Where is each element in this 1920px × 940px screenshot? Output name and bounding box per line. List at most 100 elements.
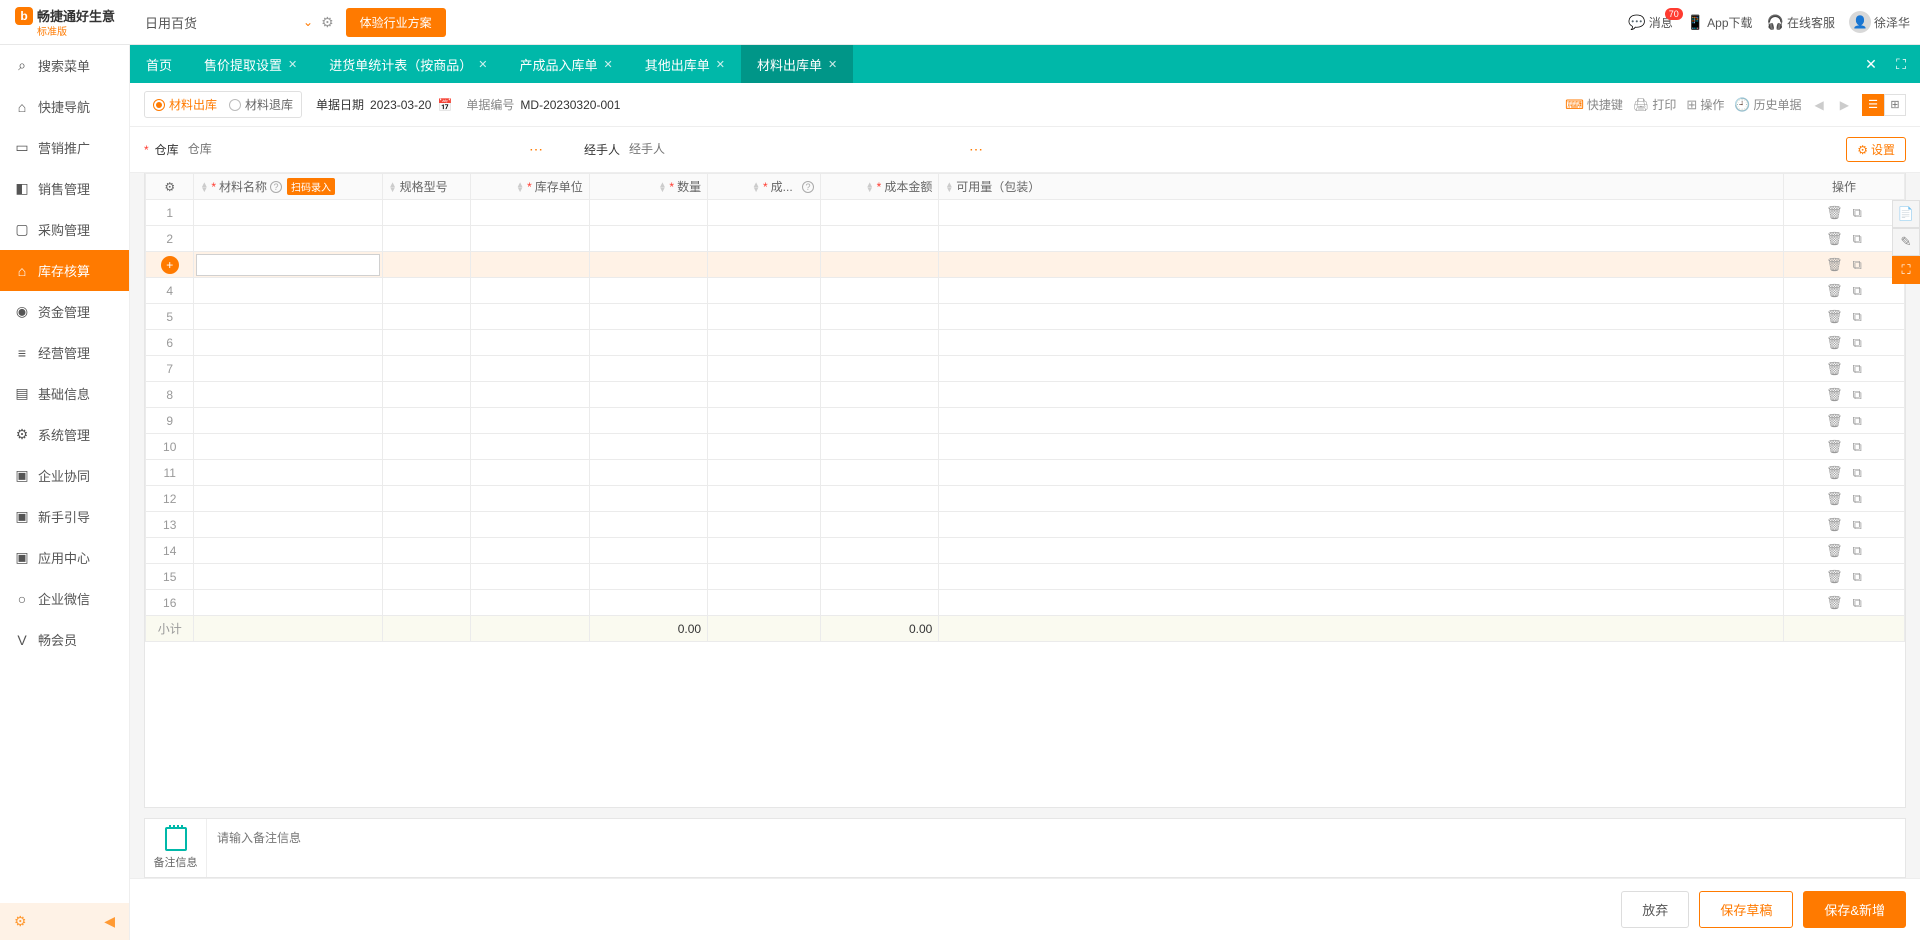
material-name-input[interactable] xyxy=(196,254,379,276)
cell-amount[interactable] xyxy=(821,590,939,616)
copy-icon[interactable]: ⧉ xyxy=(1853,309,1862,325)
close-icon[interactable]: ✕ xyxy=(716,58,725,71)
delete-icon[interactable]: 🗑 xyxy=(1826,335,1843,351)
cell-unit[interactable] xyxy=(471,252,589,278)
cell-unit[interactable] xyxy=(471,538,589,564)
table-row[interactable]: 13🗑⧉ xyxy=(146,512,1905,538)
sidebar-item-7[interactable]: ≡经营管理 xyxy=(0,332,129,373)
discard-button[interactable]: 放弃 xyxy=(1621,891,1689,928)
cell-cost[interactable] xyxy=(708,226,821,252)
cell-amount[interactable] xyxy=(821,304,939,330)
view-list-button[interactable]: ☰ xyxy=(1862,94,1884,116)
table-row[interactable]: 12🗑⧉ xyxy=(146,486,1905,512)
tool-expand-button[interactable]: ⛶ xyxy=(1892,256,1920,284)
warehouse-field[interactable]: * 仓库 ⋯ xyxy=(144,139,544,160)
sidebar-item-3[interactable]: ◧销售管理 xyxy=(0,168,129,209)
sidebar-item-13[interactable]: ○企业微信 xyxy=(0,578,129,619)
th-unit[interactable]: ▲▼*库存单位 xyxy=(471,174,589,200)
table-row[interactable]: 11🗑⧉ xyxy=(146,460,1905,486)
delete-icon[interactable]: 🗑 xyxy=(1826,439,1843,455)
cell-cost[interactable] xyxy=(708,512,821,538)
delete-icon[interactable]: 🗑 xyxy=(1826,543,1843,559)
view-grid-button[interactable]: ⊞ xyxy=(1884,94,1906,116)
cell-amount[interactable] xyxy=(821,512,939,538)
next-arrow-icon[interactable]: ▶ xyxy=(1837,98,1852,112)
table-row[interactable]: 9🗑⧉ xyxy=(146,408,1905,434)
cell-spec[interactable] xyxy=(382,538,471,564)
cell-name[interactable] xyxy=(194,252,382,278)
delete-icon[interactable]: 🗑 xyxy=(1826,361,1843,377)
delete-icon[interactable]: 🗑 xyxy=(1826,205,1843,221)
cell-amount[interactable] xyxy=(821,460,939,486)
cell-qty[interactable] xyxy=(589,512,707,538)
close-icon[interactable]: ✕ xyxy=(828,58,837,71)
trial-button[interactable]: 体验行业方案 xyxy=(346,8,446,37)
copy-icon[interactable]: ⧉ xyxy=(1853,543,1862,559)
delete-icon[interactable]: 🗑 xyxy=(1826,231,1843,247)
cell-available[interactable] xyxy=(939,590,1784,616)
cell-amount[interactable] xyxy=(821,486,939,512)
cell-spec[interactable] xyxy=(382,226,471,252)
cell-unit[interactable] xyxy=(471,356,589,382)
cell-unit[interactable] xyxy=(471,434,589,460)
copy-icon[interactable]: ⧉ xyxy=(1853,595,1862,611)
footer-collapse-icon[interactable]: ◀ xyxy=(104,913,115,930)
cell-cost[interactable] xyxy=(708,278,821,304)
cell-name[interactable] xyxy=(194,226,382,252)
cell-name[interactable] xyxy=(194,486,382,512)
delete-icon[interactable]: 🗑 xyxy=(1826,465,1843,481)
save-new-button[interactable]: 保存&新增 xyxy=(1803,891,1906,928)
add-row-icon[interactable]: + xyxy=(161,256,179,274)
user-menu[interactable]: 👤 徐泽华 xyxy=(1849,11,1910,33)
cell-available[interactable] xyxy=(939,564,1784,590)
cell-name[interactable] xyxy=(194,330,382,356)
cell-spec[interactable] xyxy=(382,382,471,408)
cell-unit[interactable] xyxy=(471,226,589,252)
warehouse-input[interactable] xyxy=(185,139,523,160)
cell-amount[interactable] xyxy=(821,434,939,460)
sidebar-item-10[interactable]: ▣企业协同 xyxy=(0,455,129,496)
cell-unit[interactable] xyxy=(471,512,589,538)
app-download-button[interactable]: 📱 App下载 xyxy=(1687,14,1753,31)
save-draft-button[interactable]: 保存草稿 xyxy=(1699,891,1793,928)
cell-cost[interactable] xyxy=(708,382,821,408)
copy-icon[interactable]: ⧉ xyxy=(1853,361,1862,377)
cell-qty[interactable] xyxy=(589,434,707,460)
remarks-input[interactable] xyxy=(207,819,1905,877)
radio-material-out[interactable]: 材料出库 xyxy=(153,96,217,113)
sidebar-item-4[interactable]: ▢采购管理 xyxy=(0,209,129,250)
cell-qty[interactable] xyxy=(589,304,707,330)
cell-qty[interactable] xyxy=(589,538,707,564)
cell-qty[interactable] xyxy=(589,356,707,382)
cell-available[interactable] xyxy=(939,434,1784,460)
cell-spec[interactable] xyxy=(382,252,471,278)
print-button[interactable]: 🖨打印 xyxy=(1633,96,1677,113)
copy-icon[interactable]: ⧉ xyxy=(1853,257,1862,273)
cell-amount[interactable] xyxy=(821,252,939,278)
cell-name[interactable] xyxy=(194,564,382,590)
table-row[interactable]: 5🗑⧉ xyxy=(146,304,1905,330)
cell-spec[interactable] xyxy=(382,278,471,304)
settings-button[interactable]: ⚙ 设置 xyxy=(1846,137,1906,162)
delete-icon[interactable]: 🗑 xyxy=(1826,517,1843,533)
category-input[interactable] xyxy=(145,15,295,30)
delete-icon[interactable]: 🗑 xyxy=(1826,387,1843,403)
table-row[interactable]: 10🗑⧉ xyxy=(146,434,1905,460)
th-qty[interactable]: ▲▼*数量 xyxy=(589,174,707,200)
cell-spec[interactable] xyxy=(382,564,471,590)
sidebar-item-0[interactable]: ⌕搜索菜单 xyxy=(0,45,129,86)
copy-icon[interactable]: ⧉ xyxy=(1853,439,1862,455)
cell-cost[interactable] xyxy=(708,304,821,330)
close-icon[interactable]: ✕ xyxy=(478,58,487,71)
tab-5[interactable]: 材料出库单✕ xyxy=(741,45,853,83)
cell-spec[interactable] xyxy=(382,486,471,512)
delete-icon[interactable]: 🗑 xyxy=(1826,257,1843,273)
cell-cost[interactable] xyxy=(708,538,821,564)
table-row[interactable]: 1🗑⧉ xyxy=(146,200,1905,226)
cell-spec[interactable] xyxy=(382,460,471,486)
copy-icon[interactable]: ⧉ xyxy=(1853,335,1862,351)
cell-amount[interactable] xyxy=(821,408,939,434)
cell-available[interactable] xyxy=(939,538,1784,564)
history-button[interactable]: 🕘历史单据 xyxy=(1734,96,1801,113)
cell-name[interactable] xyxy=(194,304,382,330)
